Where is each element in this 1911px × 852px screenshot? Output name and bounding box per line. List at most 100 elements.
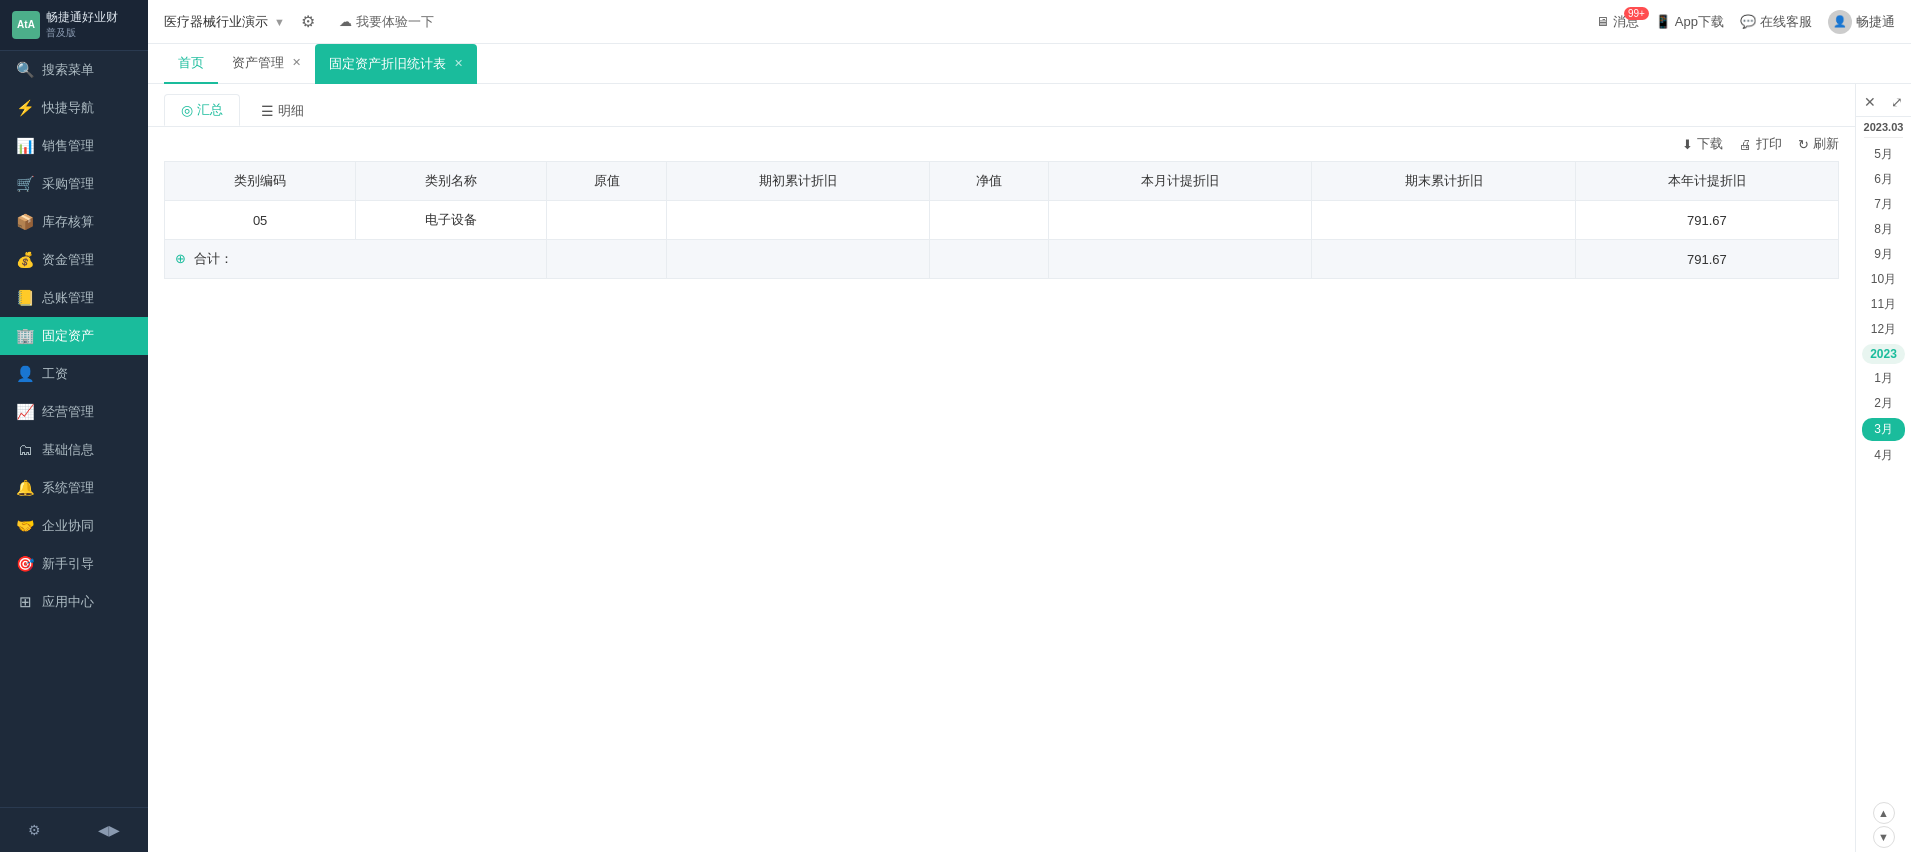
sidebar-item-purchase[interactable]: 🛒 采购管理 <box>0 165 148 203</box>
timeline-up-button[interactable]: ▲ <box>1873 802 1895 824</box>
cloud-icon: ☁ <box>339 14 352 29</box>
download-button[interactable]: 📱 App下载 <box>1655 13 1724 31</box>
right-panel-close-button[interactable]: ✕ <box>1864 94 1876 110</box>
sidebar-item-sales[interactable]: 📊 销售管理 <box>0 127 148 165</box>
sidebar-item-label: 快捷导航 <box>42 99 94 117</box>
cell-code: 05 <box>165 201 356 240</box>
inventory-icon: 📦 <box>16 213 34 231</box>
total-label: 合计： <box>194 251 233 266</box>
timeline-month[interactable]: 3月 <box>1862 418 1905 441</box>
collapse-button[interactable]: ◀▶ <box>92 816 126 844</box>
sidebar-item-label: 库存核算 <box>42 213 94 231</box>
refresh-button[interactable]: ↻ 刷新 <box>1798 135 1839 153</box>
total-annual-dep: 791.67 <box>1575 240 1838 279</box>
sub-tab-detail[interactable]: ☰ 明细 <box>244 95 321 126</box>
download-icon: 📱 <box>1655 14 1671 29</box>
sidebar-bottom: ⚙ ◀▶ <box>0 807 148 852</box>
settings-button[interactable]: ⚙ <box>22 816 47 844</box>
timeline-down-button[interactable]: ▼ <box>1873 826 1895 848</box>
sidebar-item-label: 基础信息 <box>42 441 94 459</box>
topbar-settings-button[interactable]: ⚙ <box>297 8 319 35</box>
topbar-right: 🖥 消息 99+ 📱 App下载 💬 在线客服 👤 畅捷通 <box>1596 10 1895 34</box>
print-button[interactable]: 🖨 打印 <box>1739 135 1782 153</box>
timeline-month[interactable]: 9月 <box>1856 242 1911 267</box>
right-panel: ✕ ⤢ 2023.03 5月6月7月8月9月10月11月12月 2023 1月2… <box>1855 84 1911 852</box>
timeline-month[interactable]: 11月 <box>1856 292 1911 317</box>
sidebar-item-basic-info[interactable]: 🗂 基础信息 <box>0 431 148 469</box>
months-2023-container: 1月2月3月4月 <box>1856 366 1911 468</box>
tab-assets[interactable]: 资产管理 ✕ <box>218 44 315 84</box>
user-menu[interactable]: 👤 畅捷通 <box>1828 10 1895 34</box>
sidebar-item-label: 经营管理 <box>42 403 94 421</box>
col-annual-dep: 本年计提折旧 <box>1575 162 1838 201</box>
logo-text-block: 畅捷通好业财 普及版 <box>46 10 118 40</box>
timeline-month[interactable]: 2月 <box>1856 391 1911 416</box>
timeline-month[interactable]: 1月 <box>1856 366 1911 391</box>
service-icon: 💬 <box>1740 14 1756 29</box>
sidebar: AtA 畅捷通好业财 普及版 🔍 搜索菜单 ⚡ 快捷导航 📊 销售管理 🛒 采购… <box>0 0 148 852</box>
timeline-month[interactable]: 6月 <box>1856 167 1911 192</box>
cell-initial-accum <box>666 201 929 240</box>
sidebar-item-funds[interactable]: 💰 资金管理 <box>0 241 148 279</box>
timeline-month[interactable]: 4月 <box>1856 443 1911 468</box>
tab-home-label: 首页 <box>178 54 204 72</box>
sidebar-item-label: 总账管理 <box>42 289 94 307</box>
col-code: 类别编码 <box>165 162 356 201</box>
app-name: 畅捷通好业财 <box>46 10 118 26</box>
col-name: 类别名称 <box>356 162 547 201</box>
timeline-month[interactable]: 5月 <box>1856 142 1911 167</box>
sidebar-item-label: 固定资产 <box>42 327 94 345</box>
company-name: 医疗器械行业演示 <box>164 13 268 31</box>
system-icon: 🔔 <box>16 479 34 497</box>
sidebar-item-quick-nav[interactable]: ⚡ 快捷导航 <box>0 89 148 127</box>
funds-icon: 💰 <box>16 251 34 269</box>
summary-tab-label: 汇总 <box>197 101 223 119</box>
timeline-month[interactable]: 12月 <box>1856 317 1911 342</box>
months-before-container: 5月6月7月8月9月10月11月12月 <box>1856 142 1911 342</box>
sidebar-item-guide[interactable]: 🎯 新手引导 <box>0 545 148 583</box>
year-2023-label[interactable]: 2023 <box>1862 344 1905 364</box>
app-edition: 普及版 <box>46 26 118 40</box>
cell-period-end-accum <box>1312 201 1575 240</box>
download-button[interactable]: ⬇ 下载 <box>1682 135 1723 153</box>
tab-assets-close[interactable]: ✕ <box>292 56 301 69</box>
sidebar-item-app-center[interactable]: ⊞ 应用中心 <box>0 583 148 621</box>
service-button[interactable]: 💬 在线客服 <box>1740 13 1812 31</box>
sub-tab-summary[interactable]: ◎ 汇总 <box>164 94 240 126</box>
download-toolbar-icon: ⬇ <box>1682 137 1693 152</box>
sidebar-item-search[interactable]: 🔍 搜索菜单 <box>0 51 148 89</box>
company-selector[interactable]: 医疗器械行业演示 ▼ <box>164 13 285 31</box>
salary-icon: 👤 <box>16 365 34 383</box>
sidebar-item-enterprise[interactable]: 🤝 企业协同 <box>0 507 148 545</box>
cell-annual-dep: 791.67 <box>1575 201 1838 240</box>
timeline-month[interactable]: 8月 <box>1856 217 1911 242</box>
total-original <box>547 240 666 279</box>
sidebar-item-operations[interactable]: 📈 经营管理 <box>0 393 148 431</box>
tab-depreciation[interactable]: 固定资产折旧统计表 ✕ <box>315 44 477 84</box>
sidebar-item-system[interactable]: 🔔 系统管理 <box>0 469 148 507</box>
tab-assets-label: 资产管理 <box>232 54 284 72</box>
detail-tab-icon: ☰ <box>261 103 274 119</box>
experience-button[interactable]: ☁ 我要体验一下 <box>339 13 434 31</box>
company-dropdown-icon: ▼ <box>274 16 285 28</box>
col-period-end-accum: 期末累计折旧 <box>1312 162 1575 201</box>
sidebar-item-ledger[interactable]: 📒 总账管理 <box>0 279 148 317</box>
print-label: 打印 <box>1756 135 1782 153</box>
total-icon: ⊕ <box>175 251 186 266</box>
right-panel-expand-button[interactable]: ⤢ <box>1891 94 1903 110</box>
enterprise-icon: 🤝 <box>16 517 34 535</box>
timeline-month[interactable]: 7月 <box>1856 192 1911 217</box>
table-toolbar: ⬇ 下载 🖨 打印 ↻ 刷新 <box>148 127 1855 161</box>
sidebar-item-inventory[interactable]: 📦 库存核算 <box>0 203 148 241</box>
col-original: 原值 <box>547 162 666 201</box>
tab-home[interactable]: 首页 <box>164 44 218 84</box>
tab-depreciation-close[interactable]: ✕ <box>454 57 463 70</box>
refresh-icon: ↻ <box>1798 137 1809 152</box>
sidebar-item-salary[interactable]: 👤 工资 <box>0 355 148 393</box>
messages-button[interactable]: 🖥 消息 99+ <box>1596 13 1639 31</box>
table-row[interactable]: 05 电子设备 791.67 <box>165 201 1839 240</box>
timeline-month[interactable]: 10月 <box>1856 267 1911 292</box>
sidebar-item-fixed-assets[interactable]: 🏢 固定资产 <box>0 317 148 355</box>
sidebar-scroll: 🔍 搜索菜单 ⚡ 快捷导航 📊 销售管理 🛒 采购管理 📦 库存核算 💰 资金管… <box>0 51 148 807</box>
sidebar-item-label: 资金管理 <box>42 251 94 269</box>
